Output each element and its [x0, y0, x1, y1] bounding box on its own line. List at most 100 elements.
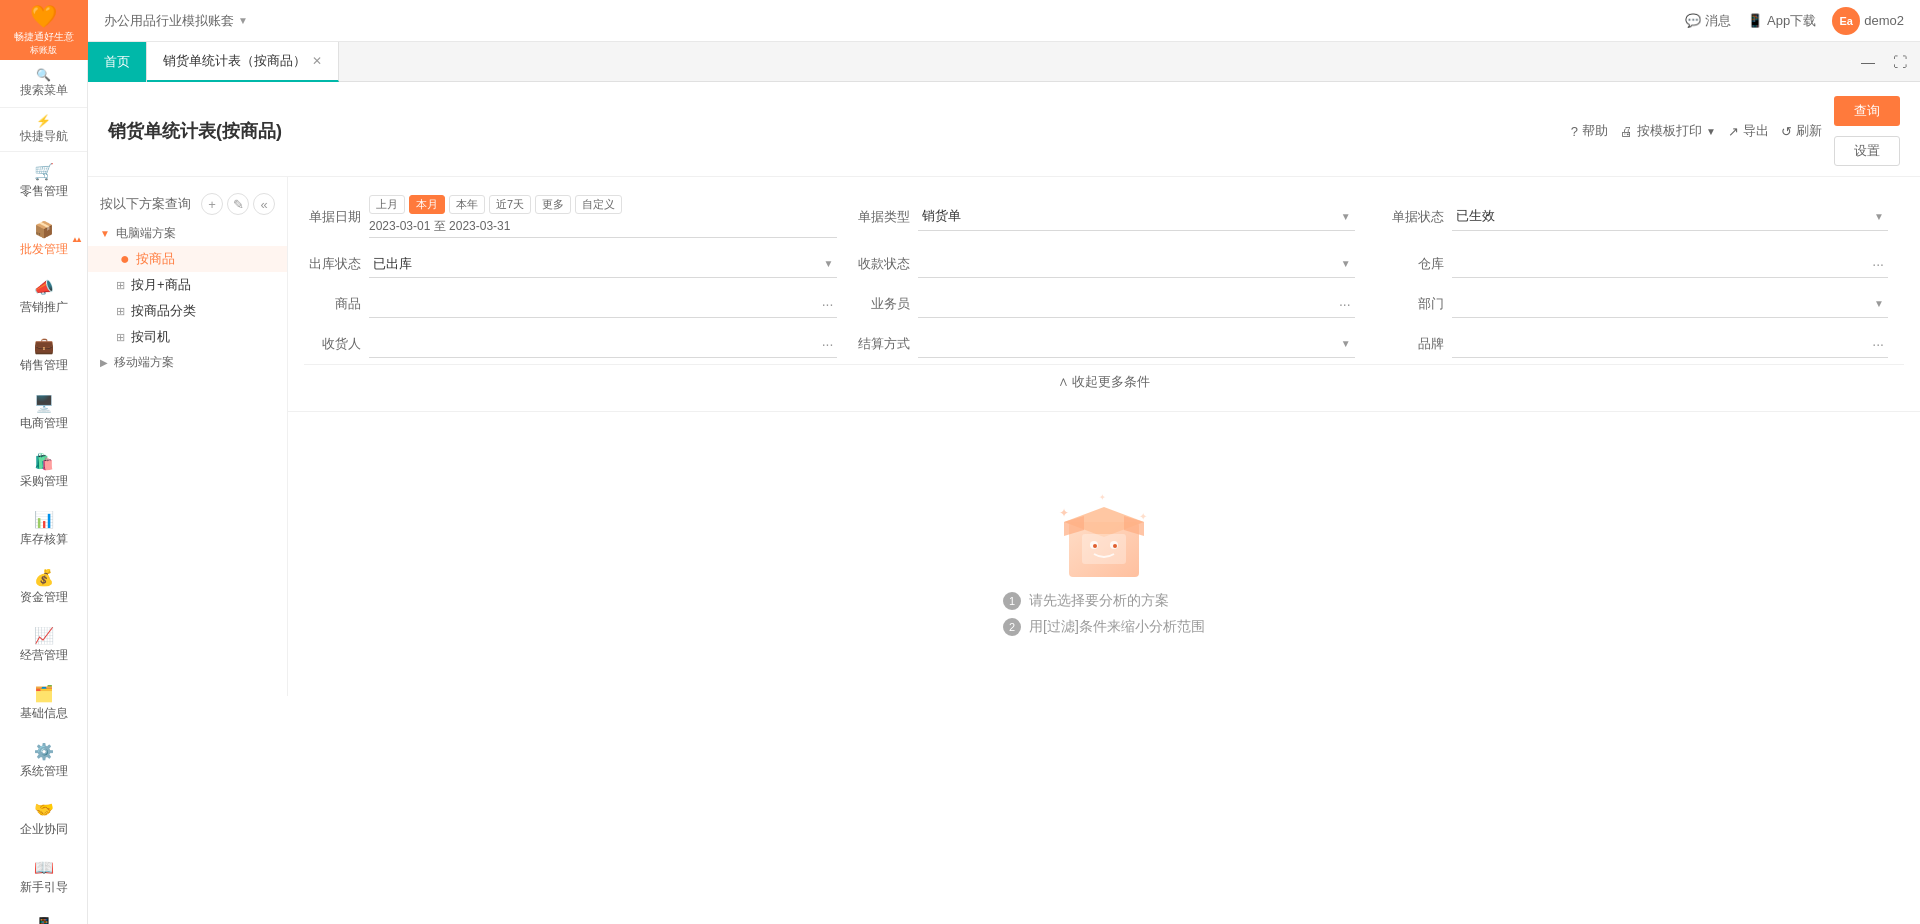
app-download-btn[interactable]: 📱 App下载 [1747, 12, 1816, 30]
collapse-panel-btn[interactable]: « [253, 193, 275, 215]
brand-dots[interactable]: ··· [1872, 336, 1884, 352]
filter-settlement-cell: 结算方式 ▼ [837, 324, 1370, 364]
marketing-icon: 📣 [34, 278, 54, 297]
retail-icon: 🛒 [34, 162, 54, 181]
tree-group-pc[interactable]: ▼ 电脑端方案 [88, 221, 287, 246]
filter-outstock-cell: 出库状态 已出库 ▼ [304, 244, 837, 284]
search-menu[interactable]: 🔍 搜索菜单 [0, 60, 87, 108]
export-icon: ↗ [1728, 124, 1739, 139]
doc-status-dropdown-icon: ▼ [1874, 211, 1884, 222]
sidebar-item-retail[interactable]: 🛒 零售管理 [0, 152, 87, 210]
settings-button[interactable]: 设置 [1834, 136, 1900, 166]
export-btn[interactable]: ↗ 导出 [1728, 122, 1769, 140]
filter-area: 单据日期 上月 本月 本年 近7天 更多 自定义 20 [288, 177, 1920, 412]
doc-status-select[interactable]: 已生效 ▼ [1452, 203, 1888, 231]
brand-input[interactable]: ··· [1452, 330, 1888, 358]
date-buttons: 上月 本月 本年 近7天 更多 自定义 [369, 195, 837, 214]
brand-label: 品牌 [1387, 335, 1452, 353]
salesperson-input[interactable]: ··· [918, 290, 1354, 318]
sidebar-item-system[interactable]: ⚙️ 系统管理 [0, 732, 87, 790]
sidebar-item-guide[interactable]: 📖 新手引导 [0, 848, 87, 906]
tree-expand-pc-icon: ▼ [100, 228, 110, 239]
filter-department-cell: 部门 ▼ [1371, 284, 1904, 324]
top-header: 办公用品行业模拟账套 ▼ 💬 消息 📱 App下载 Ea demo2 [88, 0, 1920, 42]
empty-tip-2: 2 用[过滤]条件来缩小分析范围 [1003, 618, 1205, 636]
tree-group-mobile[interactable]: ▶ 移动端方案 [88, 350, 287, 375]
tree-item-by-month-goods[interactable]: ⊞ 按月+商品 [88, 272, 287, 298]
sidebar-item-inventory[interactable]: 📊 库存核算 [0, 500, 87, 558]
tab-expand-btn[interactable]: ⛶ [1888, 50, 1912, 74]
recipient-label: 收货人 [304, 335, 369, 353]
salesperson-dots[interactable]: ··· [1339, 296, 1351, 312]
filter-row-4: 收货人 ··· 结算方式 ▼ [304, 324, 1904, 364]
sidebar-item-collab[interactable]: 🤝 企业协同 [0, 790, 87, 848]
date-btn-last-month[interactable]: 上月 [369, 195, 405, 214]
date-btn-more[interactable]: 更多 [535, 195, 571, 214]
department-select[interactable]: ▼ [1452, 290, 1888, 318]
quick-nav[interactable]: ⚡ 快捷导航 [0, 108, 87, 152]
date-btn-custom[interactable]: 自定义 [575, 195, 622, 214]
right-section: 单据日期 上月 本月 本年 近7天 更多 自定义 20 [288, 177, 1920, 696]
collapse-filters-btn[interactable]: ∧ 收起更多条件 [304, 364, 1904, 399]
phone-icon: 📱 [1747, 13, 1763, 28]
filter-warehouse-cell: 仓库 ··· [1371, 244, 1904, 284]
tab-report[interactable]: 销货单统计表（按商品） ✕ [147, 42, 339, 82]
print-btn[interactable]: 🖨 按模板打印 ▼ [1620, 122, 1716, 140]
tab-minimize-btn[interactable]: — [1856, 50, 1880, 74]
page-actions: ? 帮助 🖨 按模板打印 ▼ ↗ 导出 ↺ 刷新 查询 [1571, 96, 1900, 166]
sidebar-item-purchase[interactable]: 🛍️ 采购管理 [0, 442, 87, 500]
app-selector-chevron-icon: ▼ [238, 15, 248, 26]
sidebar-item-appcenter[interactable]: 📱 应用中心 [0, 906, 87, 924]
tree-item-by-driver[interactable]: ⊞ 按司机 [88, 324, 287, 350]
tree-item-by-category[interactable]: ⊞ 按商品分类 [88, 298, 287, 324]
goods-input[interactable]: ··· [369, 290, 837, 318]
add-scheme-btn[interactable]: + [201, 193, 223, 215]
sidebar: 🧡 畅捷通好生意 标账版 🔍 搜索菜单 ⚡ 快捷导航 🛒 零售管理 📦 批发管理… [0, 0, 88, 924]
sidebar-item-marketing[interactable]: 📣 营销推广 [0, 268, 87, 326]
date-btn-7days[interactable]: 近7天 [489, 195, 531, 214]
collection-select[interactable]: ▼ [918, 250, 1354, 278]
date-btn-this-year[interactable]: 本年 [449, 195, 485, 214]
doc-type-label: 单据类型 [853, 208, 918, 226]
goods-dots[interactable]: ··· [822, 296, 834, 312]
warehouse-input[interactable]: ··· [1452, 250, 1888, 278]
doc-status-label: 单据状态 [1387, 208, 1452, 226]
department-label: 部门 [1387, 295, 1452, 313]
date-label: 单据日期 [304, 208, 369, 226]
refresh-btn[interactable]: ↺ 刷新 [1781, 122, 1822, 140]
tab-home[interactable]: 首页 [88, 42, 147, 82]
appcenter-icon: 📱 [34, 916, 54, 924]
empty-state: ✦ ✦ ✦ 1 请先选择要分析的方案 2 用[过滤]条件来缩小分析范围 [288, 412, 1920, 696]
help-btn[interactable]: ? 帮助 [1571, 122, 1608, 140]
date-range-display: 2023-03-01 至 2023-03-31 [369, 216, 837, 238]
warehouse-dots[interactable]: ··· [1872, 256, 1884, 272]
sidebar-item-basic[interactable]: 🗂️ 基础信息 [0, 674, 87, 732]
settlement-select[interactable]: ▼ [918, 330, 1354, 358]
guide-icon: 📖 [34, 858, 54, 877]
help-icon: ? [1571, 124, 1578, 139]
edit-scheme-btn[interactable]: ✎ [227, 193, 249, 215]
filter-goods-cell: 商品 ··· [304, 284, 837, 324]
basic-icon: 🗂️ [34, 684, 54, 703]
outstock-select[interactable]: 已出库 ▼ [369, 250, 837, 278]
sidebar-item-operation[interactable]: 📈 经营管理 [0, 616, 87, 674]
sidebar-item-wholesale[interactable]: 📦 批发管理 ▲ [0, 210, 87, 268]
svg-text:✦: ✦ [1139, 511, 1147, 522]
query-button[interactable]: 查询 [1834, 96, 1900, 126]
tree-item-by-goods[interactable]: ● 按商品 [88, 246, 287, 272]
avatar: Ea [1832, 7, 1860, 35]
sidebar-item-ecommerce[interactable]: 🖥️ 电商管理 [0, 384, 87, 442]
sidebar-item-finance[interactable]: 💰 资金管理 [0, 558, 87, 616]
date-btn-this-month[interactable]: 本月 [409, 195, 445, 214]
recipient-input[interactable]: ··· [369, 330, 837, 358]
recipient-dots[interactable]: ··· [822, 336, 834, 352]
grid-icon-2: ⊞ [116, 305, 125, 318]
app-selector[interactable]: 办公用品行业模拟账套 ▼ [104, 12, 248, 30]
print-icon: 🖨 [1620, 124, 1633, 139]
sidebar-item-sales[interactable]: 💼 销售管理 [0, 326, 87, 384]
app-logo[interactable]: 🧡 畅捷通好生意 标账版 [0, 0, 88, 60]
user-menu[interactable]: Ea demo2 [1832, 7, 1904, 35]
tab-close-icon[interactable]: ✕ [312, 54, 322, 68]
doc-type-select[interactable]: 销货单 ▼ [918, 203, 1354, 231]
message-btn[interactable]: 💬 消息 [1685, 12, 1731, 30]
